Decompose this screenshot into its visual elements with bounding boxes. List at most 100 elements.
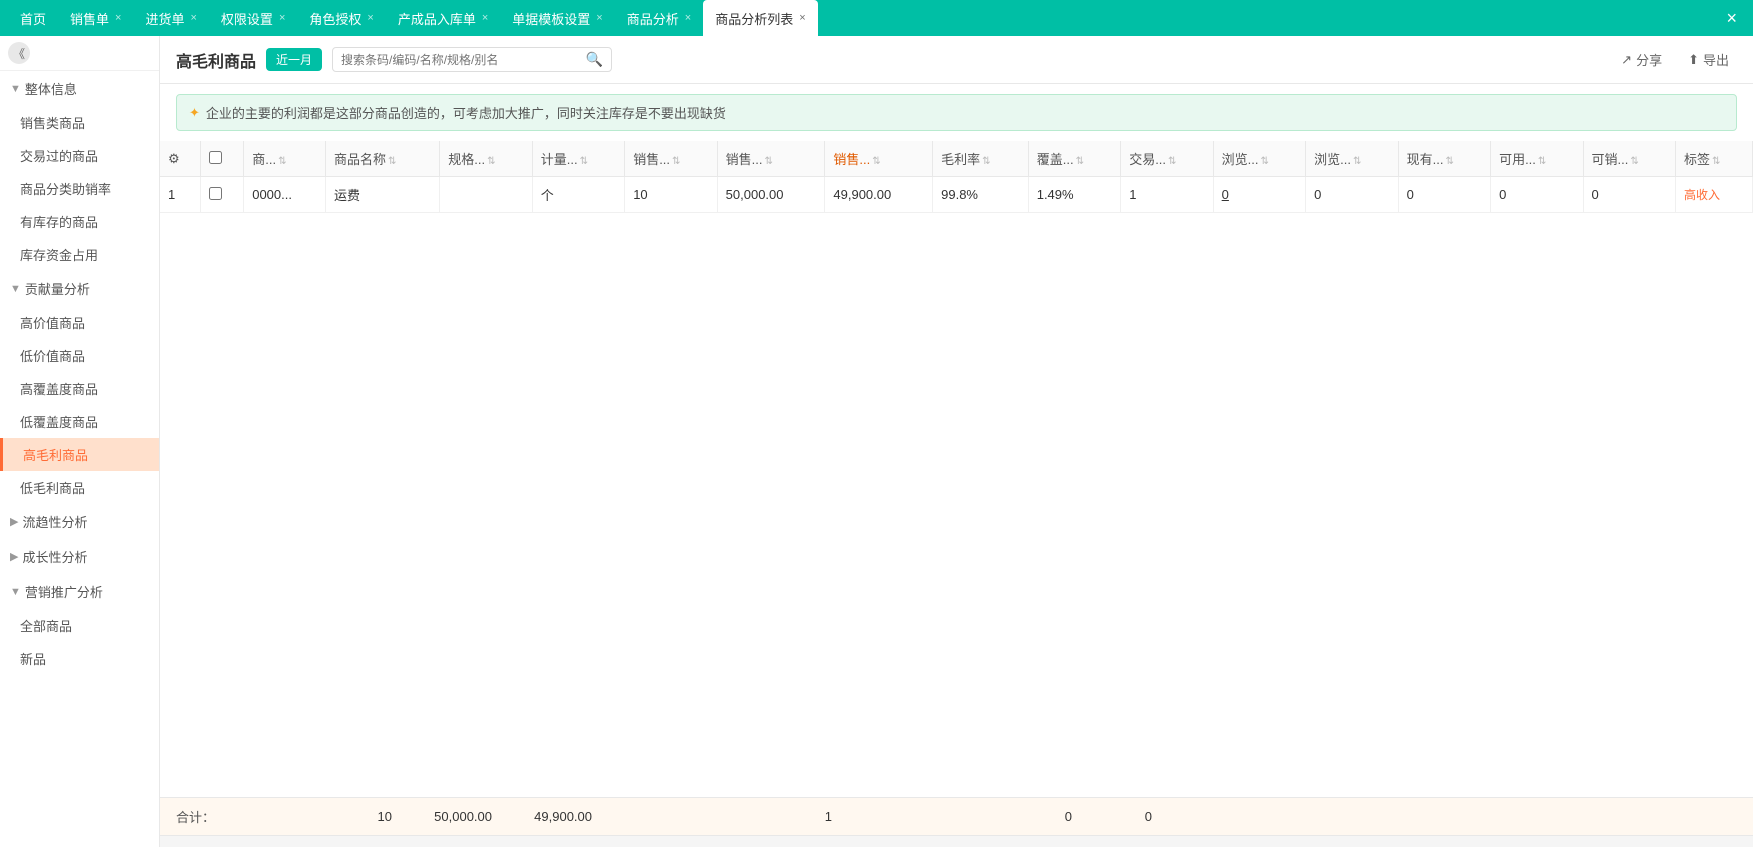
col-sales-qty[interactable]: 销售...⇅ <box>625 141 717 177</box>
nav-item-analysis[interactable]: 商品分析 × <box>615 0 703 36</box>
col-current-stock[interactable]: 现有...⇅ <box>1398 141 1490 177</box>
col-coverage[interactable]: 覆盖...⇅ <box>1028 141 1120 177</box>
footer-empty4 <box>920 809 1000 824</box>
col-settings[interactable]: ⚙ <box>160 141 201 177</box>
product-table: ⚙ 商...⇅ 商品名称⇅ 规格...⇅ 计量...⇅ 销售...⇅ 销售...… <box>160 141 1753 213</box>
sidebar-group-trend[interactable]: ▶ 流趋性分析 <box>0 504 159 539</box>
col-saleable[interactable]: 可销...⇅ <box>1583 141 1675 177</box>
footer-sales-qty: 10 <box>320 809 400 824</box>
footer-sales-profit: 49,900.00 <box>500 809 600 824</box>
sidebar-item-high-value[interactable]: 高价值商品 <box>0 306 159 339</box>
footer-available: 0 <box>1080 809 1160 824</box>
cell-browse1[interactable]: 0 <box>1213 177 1305 213</box>
chevron-down-icon: ▼ <box>10 283 21 295</box>
col-tag[interactable]: 标签⇅ <box>1676 141 1753 177</box>
col-gross-margin[interactable]: 毛利率⇅ <box>933 141 1029 177</box>
sidebar-group-overall[interactable]: ▼ 整体信息 <box>0 71 159 106</box>
search-icon[interactable]: 🔍 <box>586 51 603 68</box>
nav-item-purchase[interactable]: 进货单 × <box>133 0 208 36</box>
export-button[interactable]: ⬆ 导出 <box>1680 46 1737 73</box>
sidebar-item-stocked-goods[interactable]: 有库存的商品 <box>0 205 159 238</box>
row-checkbox[interactable] <box>209 187 222 200</box>
sidebar-collapse-button[interactable]: 《 <box>8 42 30 64</box>
cell-index: 1 <box>160 177 201 213</box>
col-browse2[interactable]: 浏览...⇅ <box>1306 141 1398 177</box>
sidebar-item-low-coverage[interactable]: 低覆盖度商品 <box>0 405 159 438</box>
sidebar-item-low-margin[interactable]: 低毛利商品 <box>0 471 159 504</box>
footer-empty1 <box>600 809 680 824</box>
bottom-scrollbar[interactable] <box>160 835 1753 847</box>
export-icon: ⬆ <box>1688 52 1699 68</box>
cell-sales-qty: 10 <box>625 177 717 213</box>
page-title: 高毛利商品 <box>176 48 256 72</box>
content-area: 高毛利商品 近一月 🔍 ↗ 分享 ⬆ 导出 ✦ 企业的主要的利润都是这部分商品创… <box>160 36 1753 847</box>
sidebar-group-marketing[interactable]: ▼ 营销推广分析 <box>0 574 159 609</box>
close-icon[interactable]: × <box>685 12 691 24</box>
cell-transaction: 1 <box>1121 177 1213 213</box>
nav-item-analysis-list[interactable]: 商品分析列表 × <box>703 0 817 36</box>
search-input[interactable] <box>341 53 586 67</box>
footer-current-stock: 0 <box>1000 809 1080 824</box>
close-icon[interactable]: × <box>279 12 285 24</box>
sidebar-group-contribution[interactable]: ▼ 贡献量分析 <box>0 271 159 306</box>
footer-sales-amount: 50,000.00 <box>400 809 500 824</box>
footer-empty3 <box>840 809 920 824</box>
col-name[interactable]: 商品名称⇅ <box>325 141 439 177</box>
footer-totals: 合计： 10 50,000.00 49,900.00 1 0 0 <box>160 797 1753 835</box>
col-code[interactable]: 商...⇅ <box>244 141 326 177</box>
table-row: 1 0000... 运费 个 10 50,000.00 49,900.00 99… <box>160 177 1753 213</box>
footer-label: 合计： <box>160 807 320 826</box>
sidebar-item-high-coverage[interactable]: 高覆盖度商品 <box>0 372 159 405</box>
sidebar-item-sales-goods[interactable]: 销售类商品 <box>0 106 159 139</box>
col-sales-amount[interactable]: 销售...⇅ <box>717 141 825 177</box>
footer-empty2 <box>680 809 760 824</box>
nav-item-permissions[interactable]: 权限设置 × <box>209 0 297 36</box>
col-available[interactable]: 可用...⇅ <box>1491 141 1583 177</box>
close-icon[interactable]: × <box>799 12 805 24</box>
sidebar-item-high-margin[interactable]: 高毛利商品 <box>0 438 159 471</box>
chevron-right-icon: ▶ <box>10 550 18 563</box>
cell-checkbox[interactable] <box>201 177 244 213</box>
nav-item-finished-goods[interactable]: 产成品入库单 × <box>386 0 500 36</box>
share-button[interactable]: ↗ 分享 <box>1613 46 1670 73</box>
cell-code: 0000... <box>244 177 326 213</box>
cell-available: 0 <box>1491 177 1583 213</box>
cell-sales-profit: 49,900.00 <box>825 177 933 213</box>
col-sales-profit[interactable]: 销售...⇅ <box>825 141 933 177</box>
close-icon[interactable]: × <box>596 12 602 24</box>
cell-spec <box>440 177 532 213</box>
cell-current-stock: 0 <box>1398 177 1490 213</box>
col-unit[interactable]: 计量...⇅ <box>532 141 624 177</box>
sidebar-item-traded-goods[interactable]: 交易过的商品 <box>0 139 159 172</box>
sidebar-item-stock-capital[interactable]: 库存资金占用 <box>0 238 159 271</box>
nav-item-template[interactable]: 单据模板设置 × <box>500 0 614 36</box>
close-icon[interactable]: × <box>367 12 373 24</box>
chevron-right-icon: ▶ <box>10 515 18 528</box>
col-spec[interactable]: 规格...⇅ <box>440 141 532 177</box>
info-banner: ✦ 企业的主要的利润都是这部分商品创造的，可考虑加大推广，同时关注库存是不要出现… <box>176 94 1737 131</box>
col-checkbox[interactable] <box>201 141 244 177</box>
cell-gross-margin: 99.8% <box>933 177 1029 213</box>
col-transaction[interactable]: 交易...⇅ <box>1121 141 1213 177</box>
select-all-checkbox[interactable] <box>209 151 222 164</box>
sidebar-item-new-goods[interactable]: 新品 <box>0 642 159 675</box>
sidebar-item-low-value[interactable]: 低价值商品 <box>0 339 159 372</box>
cell-sales-amount: 50,000.00 <box>717 177 825 213</box>
window-close-button[interactable]: × <box>1718 8 1745 29</box>
sidebar-group-growth[interactable]: ▶ 成长性分析 <box>0 539 159 574</box>
search-box: 🔍 <box>332 47 612 72</box>
close-icon[interactable]: × <box>482 12 488 24</box>
nav-item-sales[interactable]: 销售单 × <box>58 0 133 36</box>
nav-item-home[interactable]: 首页 <box>8 0 58 36</box>
col-browse1[interactable]: 浏览...⇅ <box>1213 141 1305 177</box>
main-layout: 《 ▼ 整体信息 销售类商品 交易过的商品 商品分类助销率 有库存的商品 库存资… <box>0 36 1753 847</box>
info-icon: ✦ <box>189 105 200 121</box>
time-filter-button[interactable]: 近一月 <box>266 48 322 71</box>
cell-tag: 高收入 <box>1676 177 1753 213</box>
close-icon[interactable]: × <box>190 12 196 24</box>
sidebar-item-category-rate[interactable]: 商品分类助销率 <box>0 172 159 205</box>
nav-item-roles[interactable]: 角色授权 × <box>297 0 385 36</box>
sidebar-item-all-goods[interactable]: 全部商品 <box>0 609 159 642</box>
footer-transaction: 1 <box>760 809 840 824</box>
close-icon[interactable]: × <box>115 12 121 24</box>
